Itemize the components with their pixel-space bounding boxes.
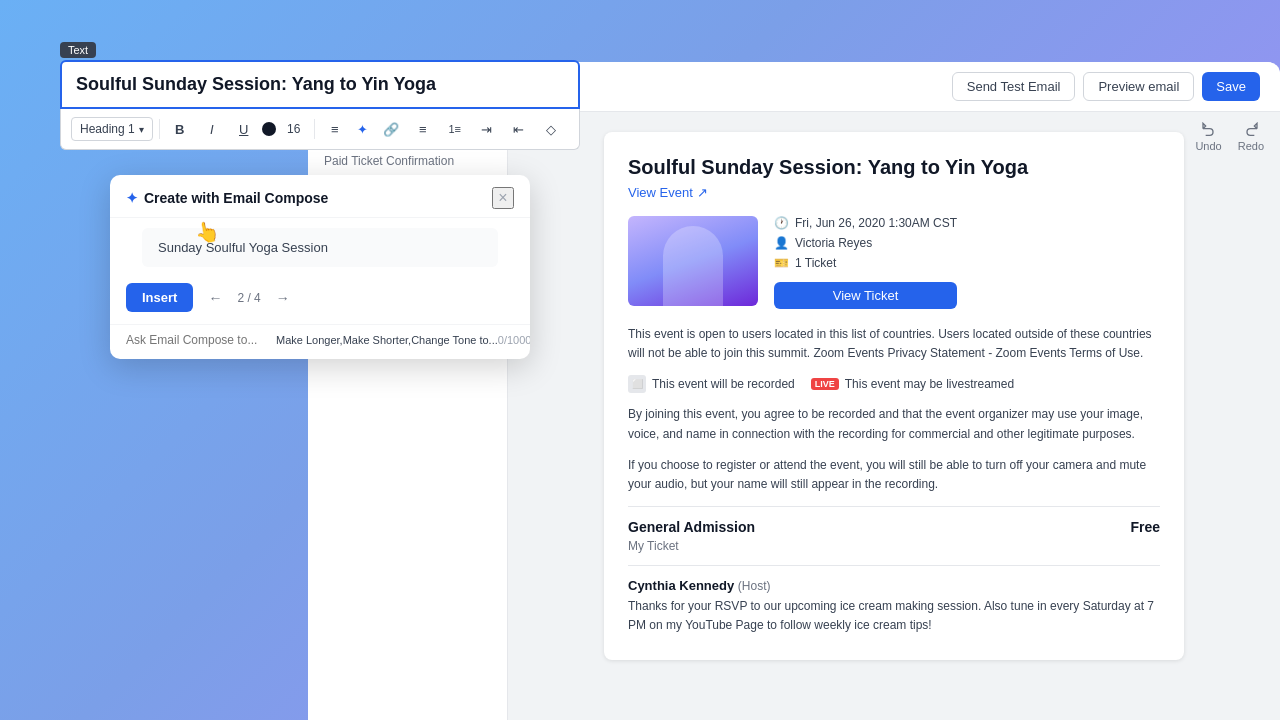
recorded-badge: ⬜ This event will be recorded bbox=[628, 375, 795, 393]
undo-button[interactable]: Undo bbox=[1195, 122, 1221, 152]
admission-row: General Admission Free bbox=[628, 519, 1160, 535]
italic-button[interactable]: I bbox=[198, 115, 226, 143]
link-button[interactable]: 🔗 bbox=[377, 115, 405, 143]
ai-star-icon: ✦ bbox=[126, 190, 138, 206]
make-longer-chip[interactable]: Make Longer, bbox=[276, 334, 343, 346]
email-body-text-3: If you choose to register or attend the … bbox=[628, 456, 1160, 494]
toolbar-divider-1 bbox=[159, 119, 160, 139]
bold-button[interactable]: B bbox=[166, 115, 194, 143]
email-heading: Soulful Sunday Session: Yang to Yin Yoga bbox=[628, 156, 1160, 179]
live-badge: LIVE This event may be livestreamed bbox=[811, 375, 1014, 393]
page-indicator: 2 / 4 bbox=[237, 291, 260, 305]
event-meta: 🕐 Fri, Jun 26, 2020 1:30AM CST 👤 Victori… bbox=[774, 216, 957, 309]
ai-compose-popup: ✦ Create with Email Compose × Sunday Sou… bbox=[110, 175, 530, 359]
ai-bottom-row: Make Longer, Make Shorter, Change Tone t… bbox=[110, 324, 530, 359]
record-icon: ⬜ bbox=[628, 375, 646, 393]
next-suggestion-button[interactable]: → bbox=[271, 286, 295, 310]
event-details-row: 🕐 Fri, Jun 26, 2020 1:30AM CST 👤 Victori… bbox=[628, 216, 1160, 309]
admission-title: General Admission bbox=[628, 519, 755, 535]
redo-button[interactable]: Redo bbox=[1238, 122, 1264, 152]
redo-label: Redo bbox=[1238, 140, 1264, 152]
ai-generated-text: Sunday Soulful Yoga Session bbox=[142, 228, 498, 267]
event-features: ⬜ This event will be recorded LIVE This … bbox=[628, 375, 1160, 393]
floating-text-editor: Text Heading 1 ▾ B I U 16 ≡ ✦ 🔗 ≡ 1≡ ⇥ ⇤… bbox=[60, 40, 580, 150]
clock-icon: 🕐 bbox=[774, 216, 789, 230]
list-ul-button[interactable]: ≡ bbox=[409, 115, 437, 143]
make-shorter-chip[interactable]: Make Shorter, bbox=[343, 334, 411, 346]
email-body-text-2: By joining this event, you agree to be r… bbox=[628, 405, 1160, 443]
divider-2 bbox=[628, 565, 1160, 566]
recorded-label: This event will be recorded bbox=[652, 377, 795, 391]
undo-label: Undo bbox=[1195, 140, 1221, 152]
ai-compose-header: ✦ Create with Email Compose × bbox=[110, 175, 530, 218]
text-badge: Text bbox=[60, 42, 96, 58]
email-body-text-1: This event is open to users located in t… bbox=[628, 325, 1160, 363]
host-name: Cynthia Kennedy (Host) bbox=[628, 578, 1160, 593]
prev-suggestion-button[interactable]: ← bbox=[203, 286, 227, 310]
heading-chevron-icon: ▾ bbox=[139, 124, 144, 135]
ai-compose-title-text: Create with Email Compose bbox=[144, 190, 328, 206]
view-ticket-button[interactable]: View Ticket bbox=[774, 282, 957, 309]
align-left-button[interactable]: ≡ bbox=[321, 115, 349, 143]
ai-compose-title: ✦ Create with Email Compose bbox=[126, 190, 328, 206]
text-editor-input[interactable] bbox=[60, 60, 580, 109]
event-date-row: 🕐 Fri, Jun 26, 2020 1:30AM CST bbox=[774, 216, 957, 230]
heading-label: Heading 1 bbox=[80, 122, 135, 136]
formatting-toolbar: Heading 1 ▾ B I U 16 ≡ ✦ 🔗 ≡ 1≡ ⇥ ⇤ ◇ bbox=[60, 109, 580, 150]
font-size-display: 16 bbox=[280, 122, 308, 136]
email-card: Soulful Sunday Session: Yang to Yin Yoga… bbox=[604, 132, 1184, 660]
event-tickets: 1 Ticket bbox=[795, 256, 836, 270]
insert-button[interactable]: Insert bbox=[126, 283, 193, 312]
ticket-icon: 🎫 bbox=[774, 256, 789, 270]
view-event-link[interactable]: View Event ↗ bbox=[628, 185, 1160, 200]
list-ol-button[interactable]: 1≡ bbox=[441, 115, 469, 143]
editor-window: ‹ Back to Emails Soulful Sunday Send Tes… bbox=[308, 62, 1280, 720]
event-image-placeholder bbox=[628, 216, 758, 306]
save-button[interactable]: Save bbox=[1202, 72, 1260, 101]
change-tone-chip[interactable]: Change Tone to... bbox=[411, 334, 498, 346]
undo-redo-controls: Undo Redo bbox=[1195, 122, 1264, 152]
indent-button[interactable]: ⇥ bbox=[473, 115, 501, 143]
color-picker[interactable] bbox=[262, 122, 276, 136]
heading-selector[interactable]: Heading 1 ▾ bbox=[71, 117, 153, 141]
divider-1 bbox=[628, 506, 1160, 507]
ai-compose-close-button[interactable]: × bbox=[492, 187, 514, 209]
live-icon: LIVE bbox=[811, 378, 839, 390]
topbar-actions: Send Test Email Preview email Save bbox=[952, 72, 1260, 101]
char-count: 0/1000 bbox=[498, 334, 530, 346]
ai-generated-text-container: Sunday Soulful Yoga Session bbox=[110, 218, 530, 283]
external-link-icon: ↗ bbox=[697, 185, 708, 200]
ai-prompt-input[interactable] bbox=[126, 333, 276, 347]
preview-area: Undo Redo Soulful Sunday Session: Yang t… bbox=[508, 112, 1280, 720]
event-tickets-row: 🎫 1 Ticket bbox=[774, 256, 957, 270]
livestreamed-label: This event may be livestreamed bbox=[845, 377, 1014, 391]
preview-email-button[interactable]: Preview email bbox=[1083, 72, 1194, 101]
outdent-button[interactable]: ⇤ bbox=[505, 115, 533, 143]
host-message: Thanks for your RSVP to our upcoming ice… bbox=[628, 597, 1160, 635]
person-icon: 👤 bbox=[774, 236, 789, 250]
ai-actions-row: Insert ← 2 / 4 → bbox=[110, 283, 530, 324]
admission-price: Free bbox=[1130, 519, 1160, 535]
send-test-email-button[interactable]: Send Test Email bbox=[952, 72, 1076, 101]
underline-button[interactable]: U bbox=[230, 115, 258, 143]
event-image bbox=[628, 216, 758, 306]
clear-formatting-button[interactable]: ◇ bbox=[537, 115, 565, 143]
sparkle-button[interactable]: ✦ bbox=[353, 119, 373, 139]
toolbar-divider-2 bbox=[314, 119, 315, 139]
my-ticket-label: My Ticket bbox=[628, 539, 1160, 553]
event-host: Victoria Reyes bbox=[795, 236, 872, 250]
event-host-row: 👤 Victoria Reyes bbox=[774, 236, 957, 250]
event-date: Fri, Jun 26, 2020 1:30AM CST bbox=[795, 216, 957, 230]
